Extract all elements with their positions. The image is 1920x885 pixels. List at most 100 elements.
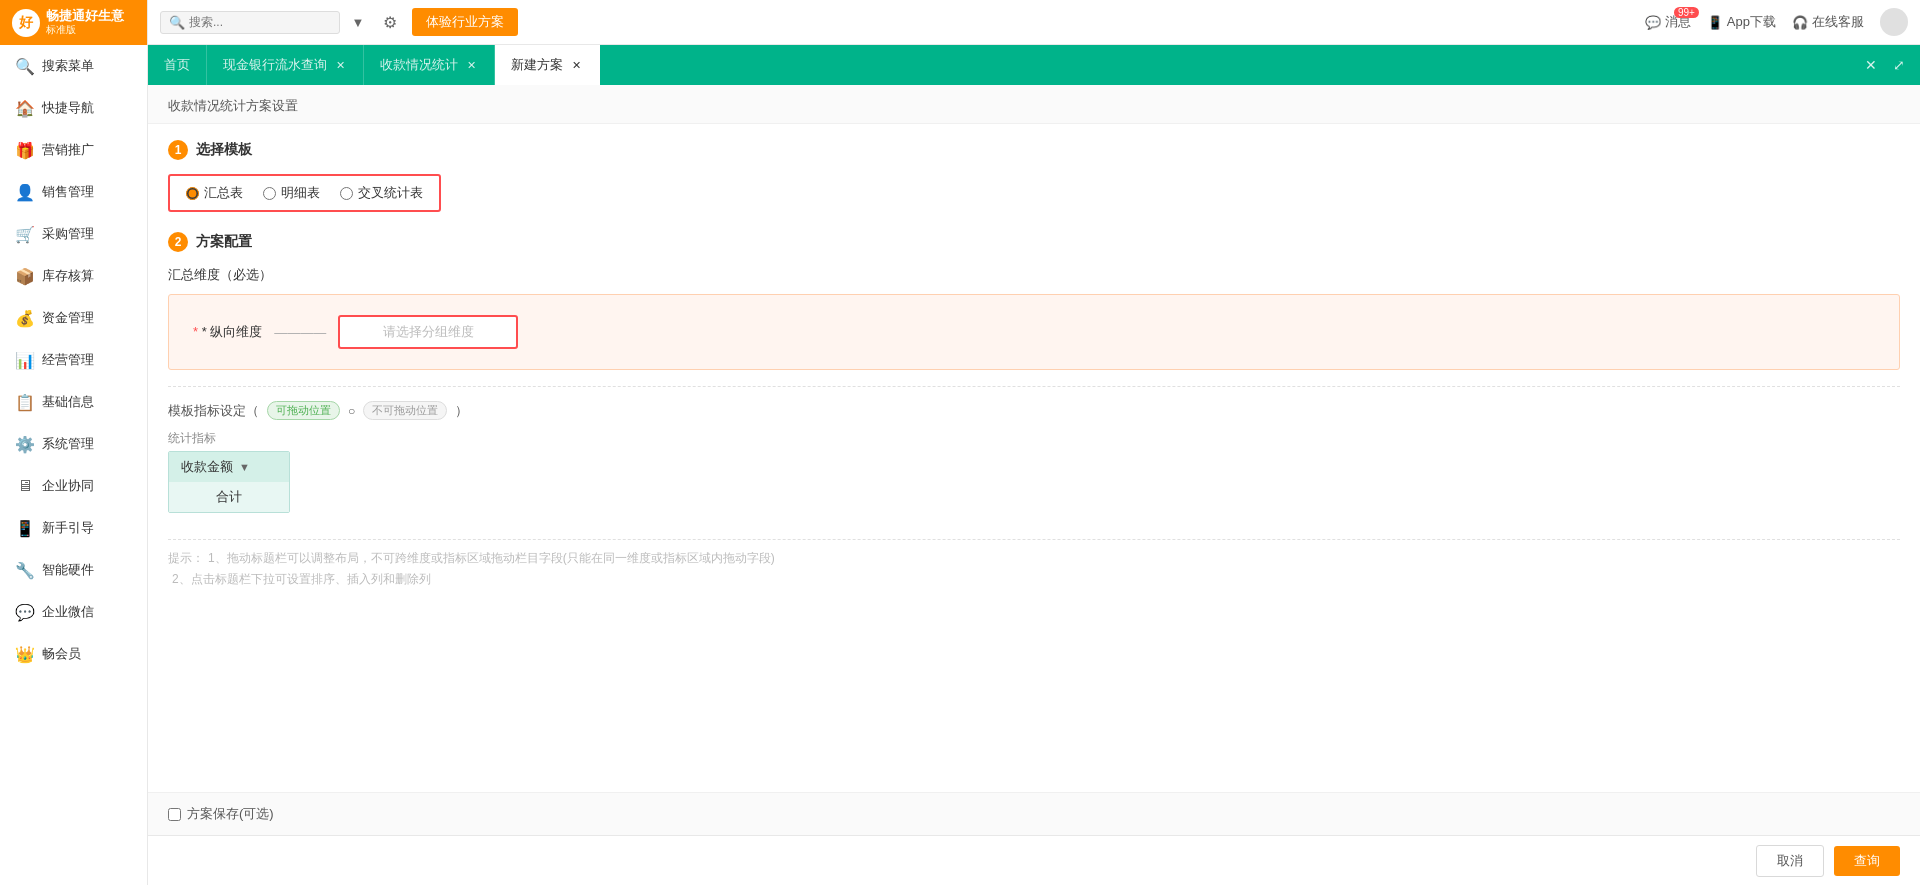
dimension-placeholder: 请选择分组维度 — [383, 323, 474, 341]
sidebar-item-purchase[interactable]: 🛒 采购管理 — [0, 213, 147, 255]
sidebar-item-newuser[interactable]: 📱 新手引导 — [0, 507, 147, 549]
download-item[interactable]: 📱 App下载 — [1707, 13, 1776, 31]
tab-new-plan-close[interactable]: ✕ — [569, 58, 583, 72]
notification-item[interactable]: 💬 消息 99+ — [1645, 13, 1691, 31]
sidebar-item-label: 营销推广 — [42, 141, 94, 159]
query-button[interactable]: 查询 — [1834, 846, 1900, 876]
logo-badge: 标准版 — [46, 23, 124, 37]
sidebar-item-label: 搜索菜单 — [42, 57, 94, 75]
page-title: 收款情况统计方案设置 — [168, 98, 298, 113]
section1-number: 1 — [168, 140, 188, 160]
sidebar-item-label: 畅会员 — [42, 645, 81, 663]
sidebar-item-label: 经营管理 — [42, 351, 94, 369]
metrics-separator: ○ — [348, 404, 355, 418]
section2-title: 方案配置 — [196, 233, 252, 251]
sidebar-item-label: 资金管理 — [42, 309, 94, 327]
notification-badge: 99+ — [1674, 7, 1699, 18]
non-draggable-badge: 不可拖动位置 — [363, 401, 447, 420]
main-area: 🔍 ▼ ⚙ 体验行业方案 💬 消息 99+ 📱 App下载 🎧 在线客服 — [148, 0, 1920, 885]
sidebar-item-sales[interactable]: 👤 销售管理 — [0, 171, 147, 213]
logo-icon: 好 — [12, 9, 40, 37]
radio-cross[interactable]: 交叉统计表 — [340, 184, 423, 202]
radio-detail[interactable]: 明细表 — [263, 184, 320, 202]
radio-summary-label: 汇总表 — [204, 184, 243, 202]
tab-expand-btn[interactable]: ⤢ — [1888, 54, 1910, 76]
tips-section: 提示： 1、拖动标题栏可以调整布局，不可跨维度或指标区域拖动栏目字段(只能在同一… — [168, 539, 1900, 602]
sidebar-item-system[interactable]: ⚙️ 系统管理 — [0, 423, 147, 465]
topbar: 🔍 ▼ ⚙ 体验行业方案 💬 消息 99+ 📱 App下载 🎧 在线客服 — [148, 0, 1920, 45]
dropdown-arrow-icon[interactable]: ▼ — [348, 12, 368, 32]
form-content: 1 选择模板 汇总表 明细表 交叉统计表 — [148, 124, 1920, 792]
dimension-selector[interactable]: 请选择分组维度 — [338, 315, 518, 349]
topbar-right: 💬 消息 99+ 📱 App下载 🎧 在线客服 — [1645, 8, 1908, 36]
settings-icon[interactable]: ⚙ — [376, 8, 404, 36]
tab-home-label: 首页 — [164, 56, 190, 74]
save-checkbox[interactable] — [168, 808, 181, 821]
sidebar-item-wechat[interactable]: 💬 企业微信 — [0, 591, 147, 633]
sidebar-item-label: 企业微信 — [42, 603, 94, 621]
crown-icon: 👑 — [16, 645, 34, 663]
tab-receipt[interactable]: 收款情况统计 ✕ — [364, 45, 495, 85]
arrow-icon: ———— — [274, 325, 326, 340]
sidebar-item-corp[interactable]: 🖥 企业协同 — [0, 465, 147, 507]
download-icon: 📱 — [1707, 15, 1723, 30]
tab-bank-close[interactable]: ✕ — [333, 58, 347, 72]
radio-cross-input[interactable] — [340, 187, 353, 200]
tab-receipt-close[interactable]: ✕ — [464, 58, 478, 72]
sidebar-item-operation[interactable]: 📊 经营管理 — [0, 339, 147, 381]
clipboard-icon: 📋 — [16, 393, 34, 411]
sidebar-item-inventory[interactable]: 📦 库存核算 — [0, 255, 147, 297]
sidebar-item-quicknav[interactable]: 🏠 快捷导航 — [0, 87, 147, 129]
tab-actions: ✕ ⤢ — [1850, 45, 1920, 85]
metrics-table: 收款金额 ▼ 合计 — [168, 451, 290, 513]
search-box[interactable]: 🔍 — [160, 11, 340, 34]
sidebar-nav: 🔍 搜索菜单 🏠 快捷导航 🎁 营销推广 👤 销售管理 🛒 采购管理 📦 库存核… — [0, 45, 147, 885]
sidebar-item-label: 采购管理 — [42, 225, 94, 243]
sidebar-item-label: 销售管理 — [42, 183, 94, 201]
service-item[interactable]: 🎧 在线客服 — [1792, 13, 1864, 31]
search-input[interactable] — [189, 15, 329, 29]
sidebar-item-label: 企业协同 — [42, 477, 94, 495]
logo-text: 畅捷通好生意 — [46, 8, 124, 24]
sidebar-item-label: 快捷导航 — [42, 99, 94, 117]
content-area: 收款情况统计方案设置 1 选择模板 汇总表 明细表 — [148, 85, 1920, 885]
sidebar-item-hardware[interactable]: 🔧 智能硬件 — [0, 549, 147, 591]
tabbar: 首页 现金银行流水查询 ✕ 收款情况统计 ✕ 新建方案 ✕ ✕ ⤢ — [148, 45, 1920, 85]
search-icon: 🔍 — [16, 57, 34, 75]
section1-header: 1 选择模板 — [168, 140, 1900, 160]
tip-1-text: 1、拖动标题栏可以调整布局，不可跨维度或指标区域拖动栏目字段(只能在同一维度或指… — [208, 550, 775, 567]
user-avatar[interactable] — [1880, 8, 1908, 36]
chat-icon: 💬 — [16, 603, 34, 621]
metrics-table-header[interactable]: 收款金额 ▼ — [169, 452, 289, 482]
sidebar-item-finance[interactable]: 💰 资金管理 — [0, 297, 147, 339]
radio-detail-input[interactable] — [263, 187, 276, 200]
tab-receipt-label: 收款情况统计 — [380, 56, 458, 74]
industry-btn[interactable]: 体验行业方案 — [412, 8, 518, 36]
home-icon: 🏠 — [16, 99, 34, 117]
radio-detail-label: 明细表 — [281, 184, 320, 202]
mobile-icon: 📱 — [16, 519, 34, 537]
tab-bank[interactable]: 现金银行流水查询 ✕ — [207, 45, 364, 85]
gift-icon: 🎁 — [16, 141, 34, 159]
tip-1: 提示： 1、拖动标题栏可以调整布局，不可跨维度或指标区域拖动栏目字段(只能在同一… — [168, 550, 1900, 567]
tab-new-plan[interactable]: 新建方案 ✕ — [495, 45, 600, 85]
box-icon: 📦 — [16, 267, 34, 285]
sidebar-item-label: 库存核算 — [42, 267, 94, 285]
cancel-button[interactable]: 取消 — [1756, 845, 1824, 877]
save-label: 方案保存(可选) — [187, 805, 274, 823]
tab-home[interactable]: 首页 — [148, 45, 207, 85]
sidebar-item-marketing[interactable]: 🎁 营销推广 — [0, 129, 147, 171]
sidebar-item-basicinfo[interactable]: 📋 基础信息 — [0, 381, 147, 423]
sidebar-item-label: 基础信息 — [42, 393, 94, 411]
radio-summary[interactable]: 汇总表 — [186, 184, 243, 202]
tab-bank-label: 现金银行流水查询 — [223, 56, 327, 74]
metrics-table-body: 合计 — [169, 482, 289, 512]
radio-summary-input[interactable] — [186, 187, 199, 200]
save-option: 方案保存(可选) — [148, 792, 1920, 835]
footer-bar: 取消 查询 — [148, 835, 1920, 885]
metrics-dropdown-icon[interactable]: ▼ — [239, 461, 250, 473]
sidebar-item-member[interactable]: 👑 畅会员 — [0, 633, 147, 675]
tab-close-btn[interactable]: ✕ — [1860, 54, 1882, 76]
sidebar-item-search[interactable]: 🔍 搜索菜单 — [0, 45, 147, 87]
section-template: 1 选择模板 汇总表 明细表 交叉统计表 — [168, 140, 1900, 212]
